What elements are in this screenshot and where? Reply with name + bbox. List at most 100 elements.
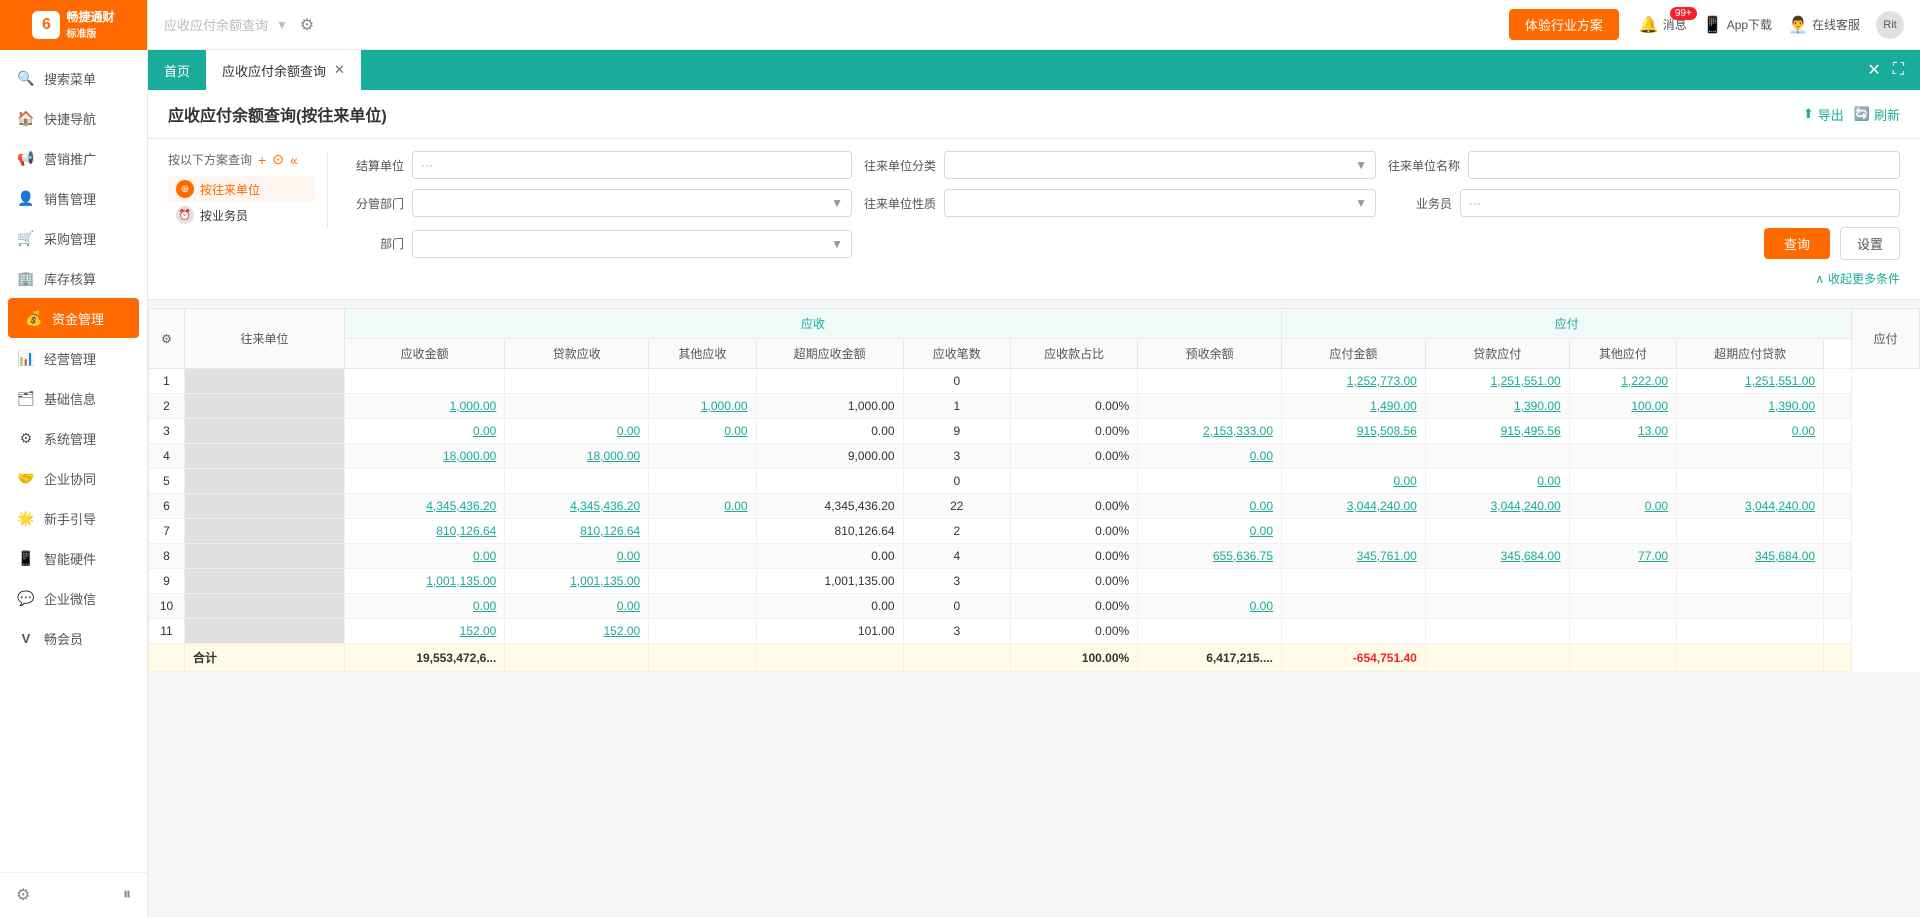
row-ar-loan: 1,001,135.00 <box>505 569 649 594</box>
row-ar-amount: 1,000.00 <box>345 394 505 419</box>
tab-arquery[interactable]: 应收应付余额查询 ✕ <box>206 50 361 90</box>
settings-scheme-button[interactable]: ⊙ <box>272 151 284 168</box>
row-ar-prepay <box>1138 369 1282 394</box>
row-index: 7 <box>149 519 185 544</box>
row-ap-balance <box>1824 369 1852 394</box>
row-partner: ^ <box>185 494 345 519</box>
row-ap-amount: 0.00 <box>1282 469 1426 494</box>
row-index: 3 <box>149 419 185 444</box>
row-ap-overdue <box>1677 444 1824 469</box>
sidebar-item-system[interactable]: ⚙ 系统管理 <box>0 418 147 458</box>
row-ap-other: 1,222.00 <box>1569 369 1676 394</box>
row-ar-prepay: 0.00 <box>1138 519 1282 544</box>
sidebar-item-quicknav[interactable]: 🏠 快捷导航 <box>0 98 147 138</box>
sidebar-item-marketing[interactable]: 📢 营销推广 <box>0 138 147 178</box>
table-row: 6 ^ 4,345,436.20 4,345,436.20 0.00 4,345… <box>149 494 1920 519</box>
app-download-button[interactable]: 📱 App下载 <box>1703 15 1772 35</box>
app-icon: 📱 <box>1703 15 1723 35</box>
sidebar-item-collab[interactable]: 🤝 企业协同 <box>0 458 147 498</box>
wechat-icon: 💬 <box>16 588 36 608</box>
th-ar-ratio: 应收款占比 <box>1010 339 1137 369</box>
service-button[interactable]: 👨‍💼 在线客服 <box>1788 15 1860 35</box>
sidebar-item-operation[interactable]: 📊 经营管理 <box>0 338 147 378</box>
row-ap-amount <box>1282 619 1426 644</box>
tab-close-icon[interactable]: ✕ <box>334 62 345 78</box>
notice-badge: 99+ <box>1670 7 1697 20</box>
scheme-item-partner[interactable]: ⊕ 按往来单位 <box>168 176 315 202</box>
row-partner: p <box>185 544 345 569</box>
settlement-input[interactable]: ··· <box>412 151 852 179</box>
table-wrapper[interactable]: ⚙ 往来单位 应收 应付 应付 应收金额 贷款应收 其他应收 超期应收金额 <box>148 308 1920 672</box>
filter-field-dept: 分管部门 ▼ <box>340 189 852 217</box>
scheme-item-salesperson[interactable]: ⏰ 按业务员 <box>168 202 315 228</box>
sidebar-item-label: 采购管理 <box>44 229 96 248</box>
row-ar-prepay: 2,153,333.00 <box>1138 419 1282 444</box>
row-ar-overdue: 0.00 <box>756 544 903 569</box>
nature-input[interactable]: ▼ <box>944 189 1376 217</box>
query-button[interactable]: 查询 <box>1764 228 1830 259</box>
sidebar-item-sales[interactable]: 👤 销售管理 <box>0 178 147 218</box>
table-gear-icon[interactable]: ⚙ <box>161 332 172 346</box>
export-button[interactable]: ⬆ 导出 <box>1803 105 1844 124</box>
partnername-label: 往来单位名称 <box>1388 157 1460 174</box>
sidebar-item-label: 经营管理 <box>44 349 96 368</box>
refresh-button[interactable]: 🔄 刷新 <box>1854 105 1900 124</box>
notice-button[interactable]: 🔔 消息 99+ <box>1639 15 1687 35</box>
tab-close-button[interactable]: ✕ <box>1867 60 1880 80</box>
marketing-icon: 📢 <box>16 148 36 168</box>
dept-input[interactable]: ▼ <box>412 189 852 217</box>
sidebar-item-basic[interactable]: 🗂 基础信息 <box>0 378 147 418</box>
row-ap-other: 100.00 <box>1569 394 1676 419</box>
sidebar-item-label: 库存核算 <box>44 269 96 288</box>
row-ap-balance <box>1824 519 1852 544</box>
row-ap-balance <box>1824 594 1852 619</box>
scheme-partner-label: 按往来单位 <box>200 181 260 198</box>
category-input[interactable]: ▼ <box>944 151 1376 179</box>
row-ap-amount: 345,761.00 <box>1282 544 1426 569</box>
row-ar-count: 2 <box>903 519 1010 544</box>
nature-label: 往来单位性质 <box>864 195 936 212</box>
setting-button[interactable]: 设置 <box>1840 227 1900 260</box>
sidebar-item-member[interactable]: V 畅会员 <box>0 618 147 658</box>
department-input[interactable]: ▼ <box>412 230 852 258</box>
gear-icon[interactable]: ⚙ <box>300 15 314 35</box>
filter-row-3: 部门 ▼ 查询 设置 <box>340 227 1900 260</box>
table-row: 5 ████████ 0 0.00 0.00 <box>149 469 1920 494</box>
logo-icon: 6 <box>32 11 60 39</box>
sidebar-item-purchase[interactable]: 🛒 采购管理 <box>0 218 147 258</box>
sidebar-item-wechat[interactable]: 💬 企业微信 <box>0 578 147 618</box>
sidebar-item-label: 资金管理 <box>52 309 104 328</box>
tab-home[interactable]: 首页 <box>148 50 206 90</box>
sidebar-item-guide[interactable]: 🌟 新手引导 <box>0 498 147 538</box>
row-ap-amount: 3,044,240.00 <box>1282 494 1426 519</box>
row-ar-other: 1,000.00 <box>649 394 756 419</box>
filter-row-2: 分管部门 ▼ 往来单位性质 ▼ <box>340 189 1900 217</box>
sidebar-item-search[interactable]: 🔍 搜索菜单 <box>0 58 147 98</box>
row-ar-prepay: 0.00 <box>1138 494 1282 519</box>
partnername-input[interactable] <box>1468 151 1900 179</box>
th-gear[interactable]: ⚙ <box>149 309 185 369</box>
sidebar-collapse-icon[interactable]: ⏸ <box>123 886 131 904</box>
row-ap-loan: 915,495.56 <box>1425 419 1569 444</box>
sidebar-item-hardware[interactable]: 📱 智能硬件 <box>0 538 147 578</box>
collapse-scheme-button[interactable]: « <box>290 152 298 168</box>
export-label: 导出 <box>1818 105 1844 124</box>
row-ar-overdue <box>756 469 903 494</box>
row-ap-balance <box>1824 444 1852 469</box>
salesperson-input[interactable]: ··· <box>1460 189 1900 217</box>
trial-button[interactable]: 体验行业方案 <box>1509 9 1619 40</box>
tab-expand-button[interactable]: ⛶ <box>1893 61 1904 79</box>
sidebar-item-finance[interactable]: 💰 资金管理 <box>8 298 139 338</box>
add-scheme-button[interactable]: + <box>258 152 266 168</box>
breadcrumb: 应收应付余额查询 ▼ <box>164 15 288 34</box>
collapse-more-button[interactable]: ∧ 收起更多条件 <box>1815 270 1900 287</box>
sidebar-item-inventory[interactable]: 🏢 库存核算 <box>0 258 147 298</box>
th-ap-overdue: 超期应付贷款 <box>1677 339 1824 369</box>
row-ar-ratio: 0.00% <box>1010 519 1137 544</box>
sidebar-settings-icon[interactable]: ⚙ <box>16 885 30 905</box>
row-ap-balance <box>1824 569 1852 594</box>
table-row: 1 ████████ 0 1,252,773.00 1,251,551.00 1… <box>149 369 1920 394</box>
user-avatar[interactable]: Rit <box>1876 11 1904 39</box>
purchase-icon: 🛒 <box>16 228 36 248</box>
row-ap-balance <box>1824 419 1852 444</box>
